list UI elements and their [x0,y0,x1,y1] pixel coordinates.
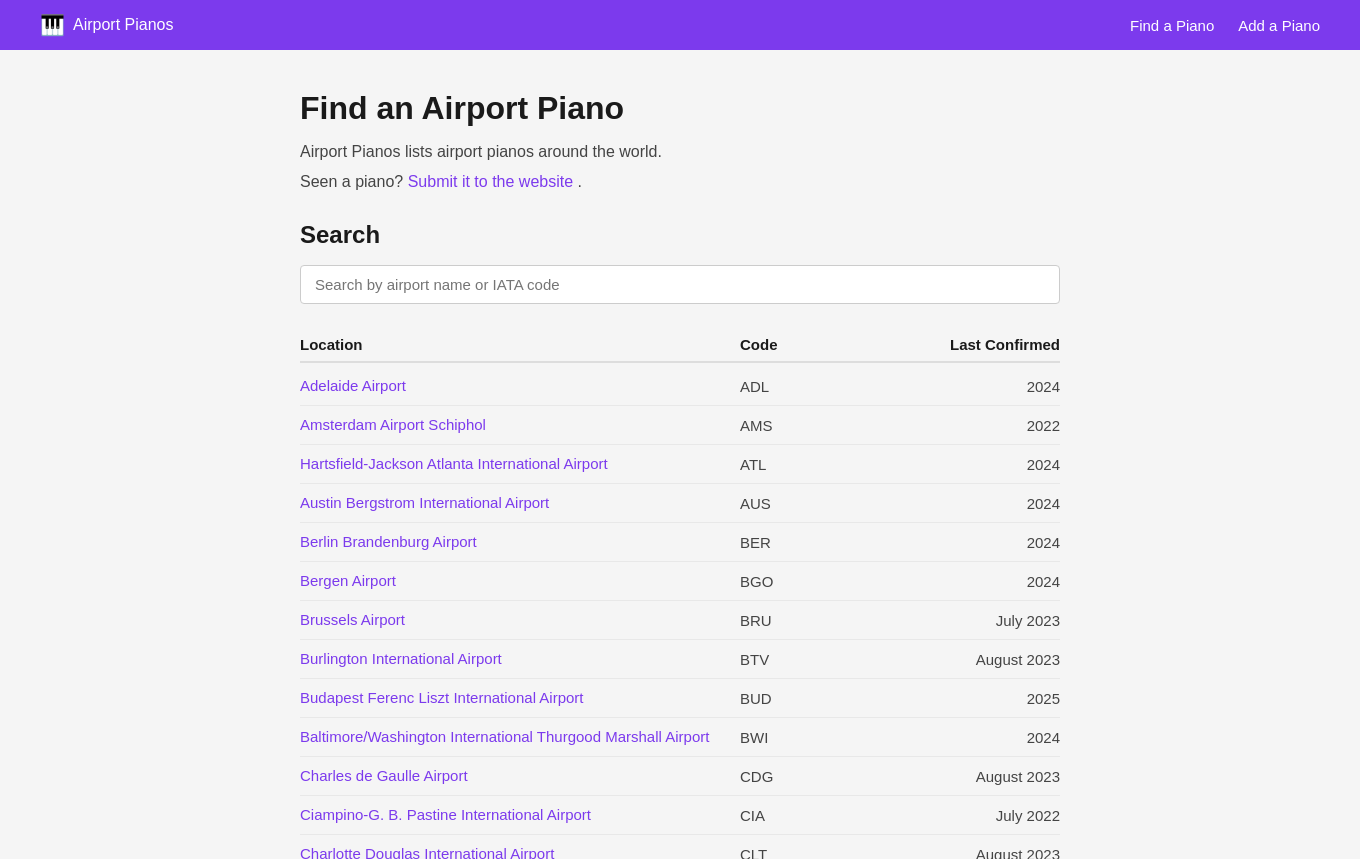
nav-links: Find a Piano Add a Piano [1130,17,1320,34]
table-row: Amsterdam Airport Schiphol AMS 2022 [300,406,1060,445]
location-link[interactable]: Adelaide Airport [300,377,406,394]
location-cell: Bergen Airport [300,572,740,590]
piano-icon: 🎹 [40,13,65,37]
table-row: Charles de Gaulle Airport CDG August 202… [300,757,1060,796]
confirmed-cell: 2024 [860,534,1060,551]
search-input[interactable] [300,265,1060,304]
code-cell: BGO [740,573,860,590]
table-row: Burlington International Airport BTV Aug… [300,640,1060,679]
location-cell: Berlin Brandenburg Airport [300,533,740,551]
table-row: Hartsfield-Jackson Atlanta International… [300,445,1060,484]
seen-label: Seen a piano? [300,173,403,190]
code-cell: ADL [740,378,860,395]
location-cell: Baltimore/Washington International Thurg… [300,728,740,746]
location-link[interactable]: Charles de Gaulle Airport [300,767,468,784]
confirmed-cell: August 2023 [860,768,1060,785]
airport-table: Adelaide Airport ADL 2024 Amsterdam Airp… [300,367,1060,859]
code-cell: BWI [740,729,860,746]
brand-label: Airport Pianos [73,16,174,34]
page-title: Find an Airport Piano [300,90,1060,127]
brand-link[interactable]: 🎹 Airport Pianos [40,13,174,37]
table-row: Charlotte Douglas International Airport … [300,835,1060,859]
code-cell: ATL [740,456,860,473]
location-cell: Brussels Airport [300,611,740,629]
search-heading: Search [300,221,1060,249]
header-last-confirmed: Last Confirmed [860,336,1060,353]
confirmed-cell: 2024 [860,495,1060,512]
confirmed-cell: July 2022 [860,807,1060,824]
confirmed-cell: August 2023 [860,846,1060,860]
location-link[interactable]: Amsterdam Airport Schiphol [300,416,486,433]
location-cell: Charlotte Douglas International Airport [300,845,740,859]
table-row: Ciampino-G. B. Pastine International Air… [300,796,1060,835]
table-row: Brussels Airport BRU July 2023 [300,601,1060,640]
header-location: Location [300,336,740,353]
location-link[interactable]: Hartsfield-Jackson Atlanta International… [300,455,608,472]
location-link[interactable]: Ciampino-G. B. Pastine International Air… [300,806,591,823]
location-link[interactable]: Austin Bergstrom International Airport [300,494,549,511]
location-link[interactable]: Brussels Airport [300,611,405,628]
confirmed-cell: July 2023 [860,612,1060,629]
table-row: Bergen Airport BGO 2024 [300,562,1060,601]
location-cell: Charles de Gaulle Airport [300,767,740,785]
code-cell: CIA [740,807,860,824]
code-cell: BRU [740,612,860,629]
location-cell: Adelaide Airport [300,377,740,395]
code-cell: CLT [740,846,860,860]
location-link[interactable]: Charlotte Douglas International Airport [300,845,554,859]
table-row: Baltimore/Washington International Thurg… [300,718,1060,757]
confirmed-cell: 2024 [860,573,1060,590]
confirmed-cell: 2024 [860,456,1060,473]
confirmed-cell: 2025 [860,690,1060,707]
location-cell: Ciampino-G. B. Pastine International Air… [300,806,740,824]
subtitle-text: Airport Pianos lists airport pianos arou… [300,143,1060,161]
location-cell: Austin Bergstrom International Airport [300,494,740,512]
location-link[interactable]: Bergen Airport [300,572,396,589]
navbar: 🎹 Airport Pianos Find a Piano Add a Pian… [0,0,1360,50]
location-link[interactable]: Burlington International Airport [300,650,502,667]
location-link[interactable]: Berlin Brandenburg Airport [300,533,477,550]
seen-end: . [578,173,582,190]
code-cell: AMS [740,417,860,434]
header-code: Code [740,336,860,353]
location-cell: Amsterdam Airport Schiphol [300,416,740,434]
code-cell: BUD [740,690,860,707]
location-cell: Burlington International Airport [300,650,740,668]
confirmed-cell: 2024 [860,378,1060,395]
main-content: Find an Airport Piano Airport Pianos lis… [280,50,1080,859]
confirmed-cell: August 2023 [860,651,1060,668]
submit-link[interactable]: Submit it to the website [408,173,573,190]
table-row: Austin Bergstrom International Airport A… [300,484,1060,523]
code-cell: AUS [740,495,860,512]
location-link[interactable]: Baltimore/Washington International Thurg… [300,728,709,745]
table-row: Budapest Ferenc Liszt International Airp… [300,679,1060,718]
table-row: Berlin Brandenburg Airport BER 2024 [300,523,1060,562]
location-link[interactable]: Budapest Ferenc Liszt International Airp… [300,689,584,706]
code-cell: BTV [740,651,860,668]
code-cell: CDG [740,768,860,785]
code-cell: BER [740,534,860,551]
seen-piano-text: Seen a piano? Submit it to the website . [300,173,1060,191]
confirmed-cell: 2024 [860,729,1060,746]
confirmed-cell: 2022 [860,417,1060,434]
add-piano-link[interactable]: Add a Piano [1238,17,1320,34]
table-header: Location Code Last Confirmed [300,328,1060,363]
location-cell: Hartsfield-Jackson Atlanta International… [300,455,740,473]
table-row: Adelaide Airport ADL 2024 [300,367,1060,406]
find-piano-link[interactable]: Find a Piano [1130,17,1214,34]
location-cell: Budapest Ferenc Liszt International Airp… [300,689,740,707]
